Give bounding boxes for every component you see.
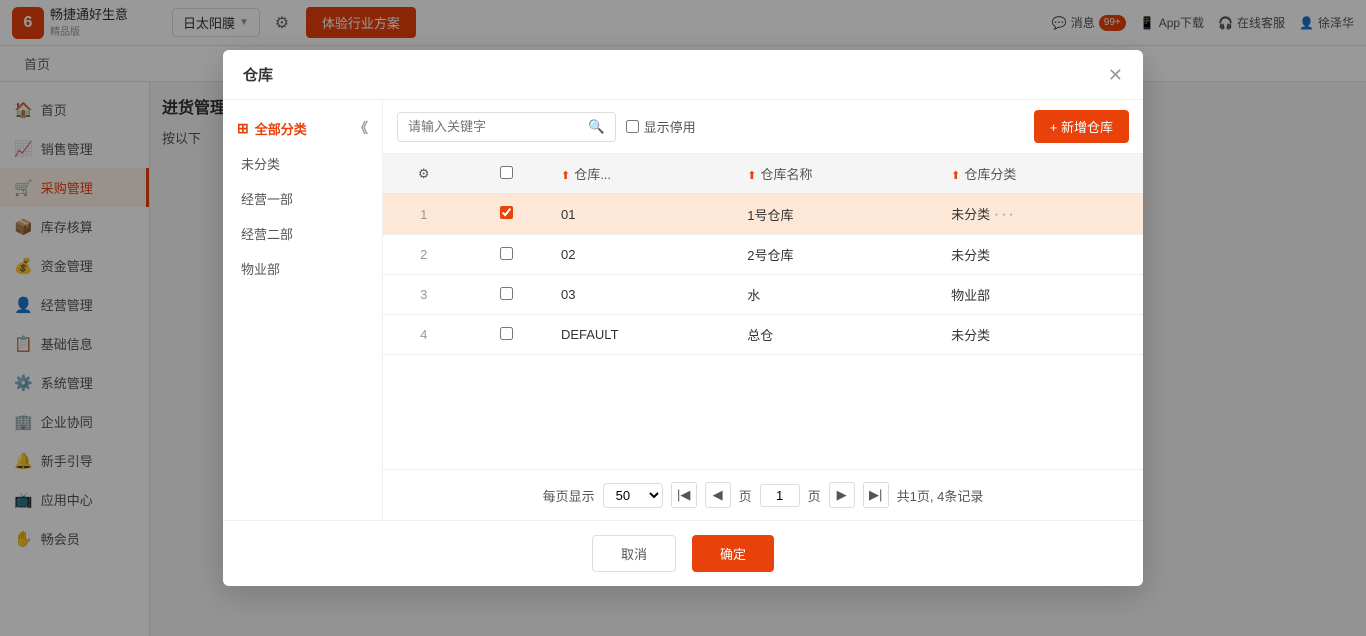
category-item-dept2[interactable]: 经营二部 (223, 216, 382, 251)
dialog-right-content: 🔍 显示停用 + 新增仓库 ⚙ (383, 100, 1143, 520)
warehouse-table: ⚙ ⬆仓库... ⬆仓库名称 ⬆仓库分类 1 01 (383, 154, 1143, 355)
th-name: ⬆仓库名称 (735, 154, 939, 194)
row-category: 未分类 ··· (939, 194, 1143, 235)
per-page-label: 每页显示 (543, 486, 595, 505)
category-item-unclassified[interactable]: 未分类 (223, 146, 382, 181)
sort-icon: ⬆ (951, 170, 960, 182)
sort-icon: ⬆ (561, 170, 570, 182)
row-checkbox[interactable] (464, 235, 549, 275)
row-name: 2号仓库 (735, 235, 939, 275)
page-input[interactable] (760, 484, 800, 507)
confirm-button[interactable]: 确定 (692, 535, 774, 572)
th-checkbox (464, 154, 549, 194)
show-disabled-label[interactable]: 显示停用 (626, 117, 696, 136)
row-name: 总仓 (735, 315, 939, 355)
search-box: 🔍 (397, 112, 616, 142)
close-icon[interactable]: ✕ (1108, 66, 1123, 84)
first-page-button[interactable]: |◀ (671, 482, 697, 508)
row-num: 3 (383, 275, 464, 315)
row-category: 物业部 (939, 275, 1143, 315)
search-input[interactable] (398, 113, 578, 140)
cancel-button[interactable]: 取消 (592, 535, 676, 572)
grid-icon: ⊞ (237, 120, 249, 137)
row-code: DEFAULT (549, 315, 735, 355)
table-row[interactable]: 4 DEFAULT 总仓 未分类 (383, 315, 1143, 355)
warehouse-dialog: 仓库 ✕ ⊞ 全部分类 《 未分类 经营一部 经营二部 物业部 (223, 50, 1143, 586)
per-page-select[interactable]: 50 100 200 (603, 483, 663, 508)
last-page-button[interactable]: ▶| (863, 482, 889, 508)
show-disabled-text: 显示停用 (644, 117, 696, 136)
row-checkbox[interactable] (464, 315, 549, 355)
row-code: 03 (549, 275, 735, 315)
warehouse-table-wrap: ⚙ ⬆仓库... ⬆仓库名称 ⬆仓库分类 1 01 (383, 154, 1143, 469)
row-checkbox[interactable] (464, 275, 549, 315)
row-num: 2 (383, 235, 464, 275)
add-warehouse-button[interactable]: + 新增仓库 (1034, 110, 1129, 143)
row-name: 1号仓库 (735, 194, 939, 235)
th-category: ⬆仓库分类 (939, 154, 1143, 194)
table-row[interactable]: 1 01 1号仓库 未分类 ··· (383, 194, 1143, 235)
search-button[interactable]: 🔍 (578, 113, 615, 141)
prev-page-button[interactable]: ◀ (705, 482, 731, 508)
row-category: 未分类 (939, 235, 1143, 275)
row-checkbox[interactable] (464, 194, 549, 235)
row-num: 1 (383, 194, 464, 235)
dialog-overlay: 仓库 ✕ ⊞ 全部分类 《 未分类 经营一部 经营二部 物业部 (0, 0, 1366, 636)
row-code: 01 (549, 194, 735, 235)
more-icon[interactable]: ··· (994, 206, 1016, 223)
pagination: 每页显示 50 100 200 |◀ ◀ 页 页 ▶ ▶| 共1页, 4条记录 (383, 469, 1143, 520)
show-disabled-checkbox[interactable] (626, 120, 639, 133)
next-page-button[interactable]: ▶ (829, 482, 855, 508)
all-categories-label: 全部分类 (255, 119, 307, 138)
category-panel: ⊞ 全部分类 《 未分类 经营一部 经营二部 物业部 (223, 100, 383, 520)
page-label-after: 页 (808, 486, 821, 505)
row-category: 未分类 (939, 315, 1143, 355)
th-code: ⬆仓库... (549, 154, 735, 194)
row-num: 4 (383, 315, 464, 355)
dialog-toolbar: 🔍 显示停用 + 新增仓库 (383, 100, 1143, 154)
sort-icon: ⬆ (747, 170, 756, 182)
collapse-icon[interactable]: 《 (354, 118, 368, 138)
page-label-before: 页 (739, 486, 752, 505)
th-gear: ⚙ (383, 154, 464, 194)
dialog-header: 仓库 ✕ (223, 50, 1143, 100)
pagination-summary: 共1页, 4条记录 (897, 486, 984, 505)
table-row[interactable]: 2 02 2号仓库 未分类 (383, 235, 1143, 275)
dialog-body: ⊞ 全部分类 《 未分类 经营一部 经营二部 物业部 🔍 (223, 100, 1143, 520)
row-name: 水 (735, 275, 939, 315)
dialog-title: 仓库 (243, 64, 273, 85)
row-code: 02 (549, 235, 735, 275)
category-item-dept1[interactable]: 经营一部 (223, 181, 382, 216)
select-all-checkbox[interactable] (500, 166, 513, 179)
category-item-property[interactable]: 物业部 (223, 251, 382, 286)
table-row[interactable]: 3 03 水 物业部 (383, 275, 1143, 315)
dialog-footer: 取消 确定 (223, 520, 1143, 586)
all-categories-item[interactable]: ⊞ 全部分类 《 (223, 110, 382, 146)
